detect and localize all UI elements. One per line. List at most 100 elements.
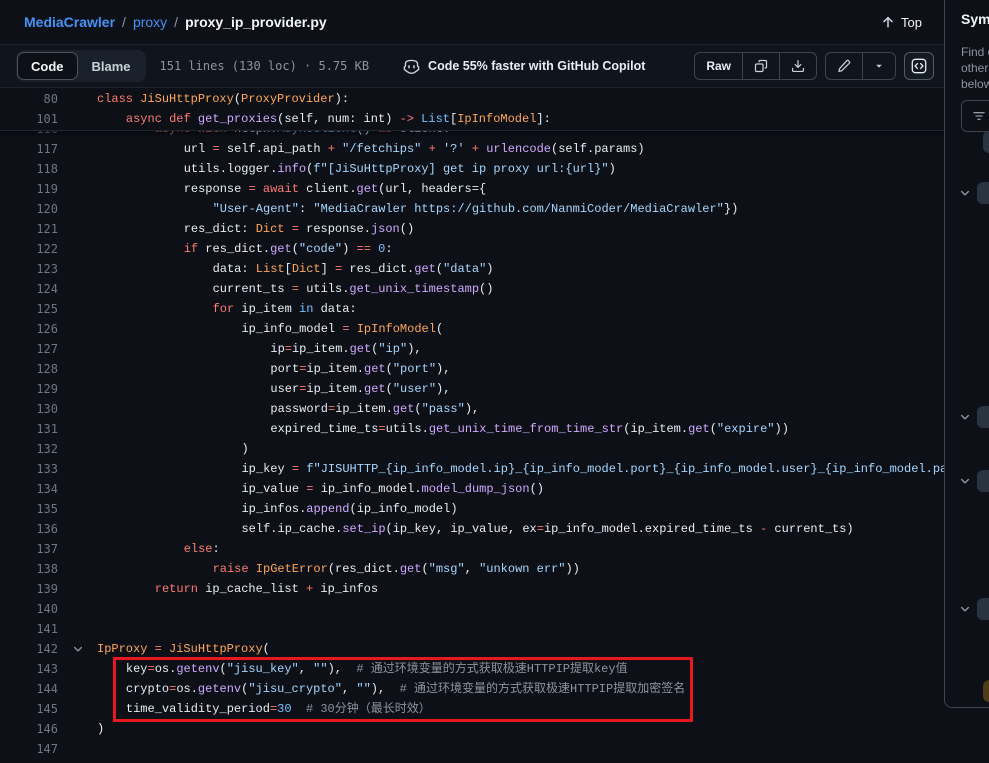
line-number[interactable]: 129 (0, 379, 58, 399)
symbol-pill[interactable] (983, 131, 989, 153)
line-number[interactable]: 138 (0, 559, 58, 579)
breadcrumb-dir-link[interactable]: proxy (133, 14, 167, 30)
line-number[interactable]: 123 (0, 259, 58, 279)
code-line: 132) (0, 439, 944, 459)
fold-gutter (58, 579, 97, 599)
edit-pencil-icon (837, 59, 851, 73)
line-number[interactable]: 134 (0, 479, 58, 499)
code-text: return ip_cache_list + ip_infos (97, 579, 944, 599)
chevron-down-icon[interactable] (959, 475, 971, 487)
code-line: 122if res_dict.get("code") == 0: (0, 239, 944, 259)
line-number[interactable]: 135 (0, 499, 58, 519)
code-text: ip_infos.append(ip_info_model) (97, 499, 944, 519)
symbol-pill[interactable] (977, 182, 989, 204)
line-number[interactable]: 127 (0, 339, 58, 359)
copilot-banner-text: Code 55% faster with GitHub Copilot (428, 59, 645, 73)
fold-gutter (58, 109, 97, 129)
line-number[interactable]: 136 (0, 519, 58, 539)
chevron-down-icon[interactable] (959, 603, 971, 615)
fold-gutter (58, 539, 97, 559)
fold-gutter (58, 599, 97, 619)
line-number[interactable]: 124 (0, 279, 58, 299)
file-view: MediaCrawler/proxy/proxy_ip_provider.py … (0, 0, 944, 763)
code-line: 124current_ts = utils.get_unix_timestamp… (0, 279, 944, 299)
edit-button[interactable] (826, 53, 862, 79)
raw-button[interactable]: Raw (695, 53, 742, 79)
raw-copy-download-group: Raw (694, 52, 817, 80)
symbol-row (959, 182, 989, 204)
symbol-pill[interactable] (977, 470, 989, 492)
chevron-down-icon[interactable] (959, 411, 971, 423)
code-line: 136self.ip_cache.set_ip(ip_key, ip_value… (0, 519, 944, 539)
line-number[interactable]: 132 (0, 439, 58, 459)
fold-gutter (58, 259, 97, 279)
chevron-down-icon[interactable] (959, 187, 971, 199)
line-number[interactable]: 145 (0, 699, 58, 719)
fold-toggle-icon[interactable] (58, 639, 97, 659)
line-number[interactable]: 128 (0, 359, 58, 379)
code-text (97, 739, 944, 759)
sticky-scope-header: 80class JiSuHttpProxy(ProxyProvider):101… (0, 88, 944, 131)
line-number[interactable]: 80 (0, 89, 58, 109)
edit-options-button[interactable] (862, 53, 895, 79)
symbols-panel: Symbols Find definitions and references … (944, 0, 989, 708)
code-line: 130password=ip_item.get("pass"), (0, 399, 944, 419)
line-number[interactable]: 130 (0, 399, 58, 419)
back-to-top-button[interactable]: Top (873, 11, 930, 34)
tab-blame[interactable]: Blame (78, 52, 145, 80)
symbols-description-line: other symbols in this file by clicking a… (961, 60, 989, 76)
line-number[interactable]: 147 (0, 739, 58, 759)
line-number[interactable]: 142 (0, 639, 58, 659)
fold-gutter (58, 619, 97, 639)
download-icon (791, 59, 805, 73)
line-number[interactable]: 125 (0, 299, 58, 319)
symbol-pill-highlighted[interactable] (983, 680, 989, 702)
line-number[interactable]: 141 (0, 619, 58, 639)
line-number[interactable]: 146 (0, 719, 58, 739)
line-number[interactable]: 144 (0, 679, 58, 699)
file-meta-info: 151 lines (130 loc) · 5.75 KB (160, 59, 370, 73)
arrow-up-icon (881, 15, 895, 29)
line-number[interactable]: 118 (0, 159, 58, 179)
symbols-filter-input[interactable] (961, 100, 989, 132)
code-line: 142IpProxy = JiSuHttpProxy( (0, 639, 944, 659)
breadcrumb-repo-link[interactable]: MediaCrawler (24, 14, 115, 30)
line-number[interactable]: 133 (0, 459, 58, 479)
fold-gutter (58, 179, 97, 199)
line-number[interactable]: 143 (0, 659, 58, 679)
code-viewer: 116async with httpx.AsyncClient() as cli… (0, 88, 944, 763)
download-button[interactable] (779, 53, 816, 79)
line-number[interactable]: 126 (0, 319, 58, 339)
fold-gutter (58, 239, 97, 259)
code-line: 127ip=ip_item.get("ip"), (0, 339, 944, 359)
code-line: 121res_dict: Dict = response.json() (0, 219, 944, 239)
line-number[interactable]: 117 (0, 139, 58, 159)
line-number[interactable]: 139 (0, 579, 58, 599)
tab-code[interactable]: Code (17, 52, 78, 80)
code-text: response = await client.get(url, headers… (97, 179, 944, 199)
line-number[interactable]: 121 (0, 219, 58, 239)
symbol-pill[interactable] (977, 598, 989, 620)
fold-gutter (58, 299, 97, 319)
line-number[interactable]: 131 (0, 419, 58, 439)
line-number[interactable]: 101 (0, 109, 58, 129)
symbols-panel-title: Symbols (961, 11, 989, 27)
line-number[interactable]: 119 (0, 179, 58, 199)
copilot-banner[interactable]: Code 55% faster with GitHub Copilot (403, 58, 645, 75)
symbol-pill[interactable] (977, 406, 989, 428)
fold-gutter (58, 519, 97, 539)
code-line: 120"User-Agent": "MediaCrawler https://g… (0, 199, 944, 219)
line-number[interactable]: 137 (0, 539, 58, 559)
copy-button[interactable] (742, 53, 779, 79)
line-number[interactable]: 140 (0, 599, 58, 619)
code-line: 123data: List[Dict] = res_dict.get("data… (0, 259, 944, 279)
line-number[interactable]: 120 (0, 199, 58, 219)
fold-gutter (58, 319, 97, 339)
code-line: 134ip_value = ip_info_model.model_dump_j… (0, 479, 944, 499)
code-text: ip_key = f"JISUHTTP_{ip_info_model.ip}_{… (97, 459, 944, 479)
fold-gutter (58, 679, 97, 699)
fold-gutter (58, 199, 97, 219)
line-number[interactable]: 122 (0, 239, 58, 259)
code-line: 145time_validity_period=30 # 30分钟（最长时效） (0, 699, 944, 719)
symbols-panel-toggle-button[interactable] (904, 52, 934, 80)
